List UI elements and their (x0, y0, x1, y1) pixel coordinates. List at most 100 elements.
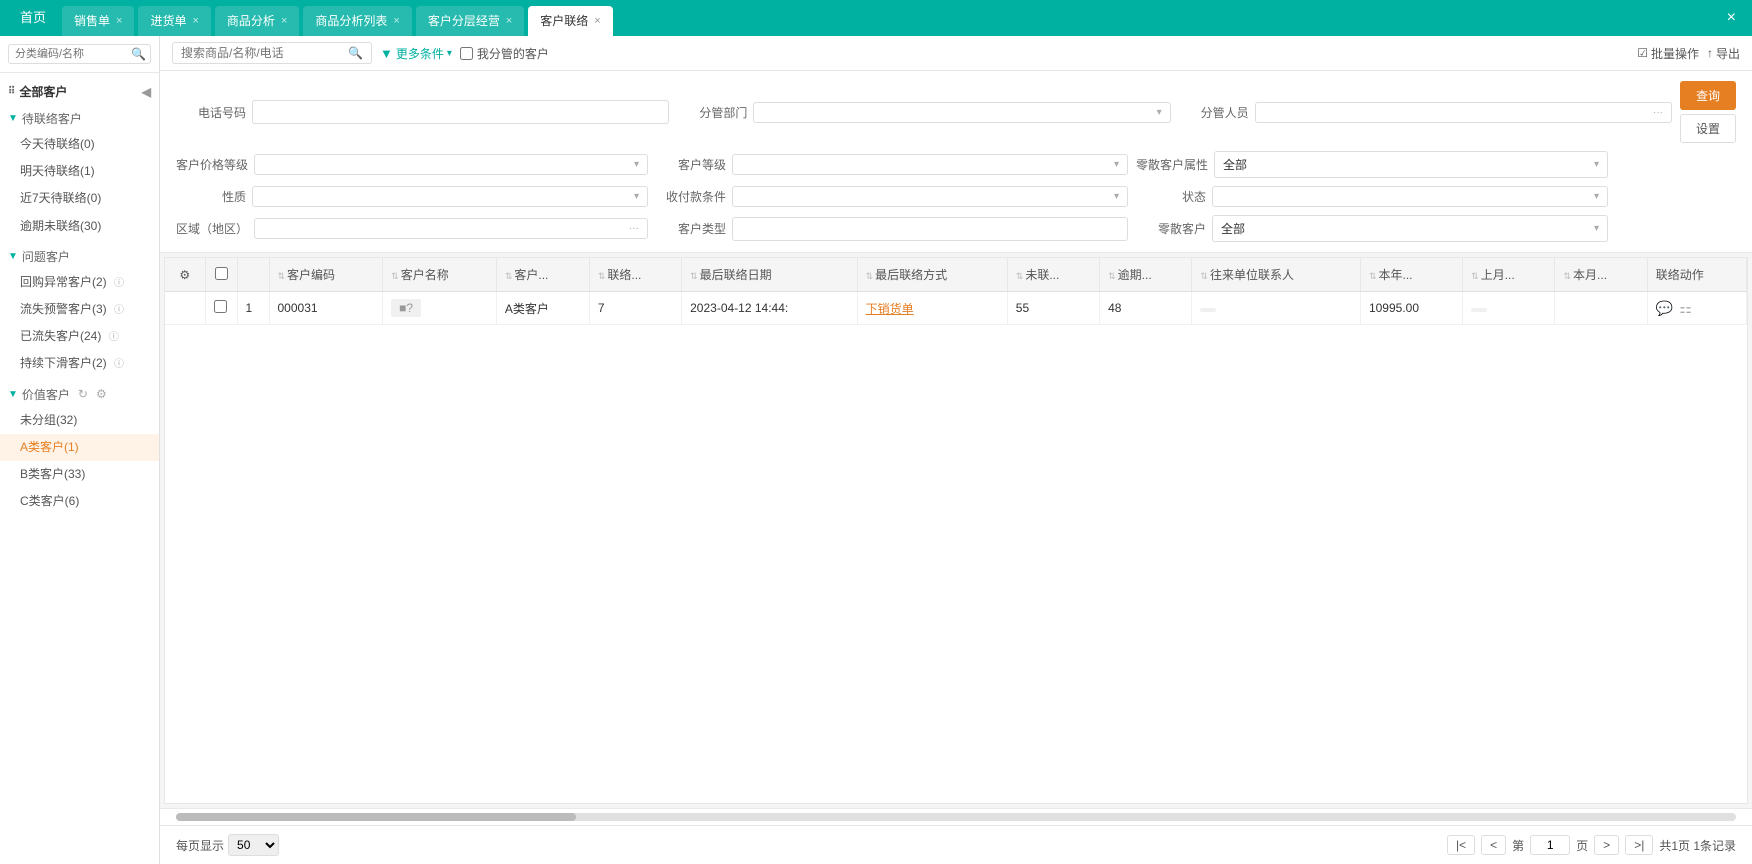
top-nav: 首页 销售单 × 进货单 × 商品分析 × 商品分析列表 × 客户分层经营 × … (0, 0, 1752, 36)
sidebar-section-pending[interactable]: ▼ 待联络客户 (0, 106, 159, 131)
sidebar-collapse-btn[interactable]: ◀ (142, 85, 151, 99)
td-name: ■? (383, 292, 497, 325)
th-last-date[interactable]: ⇅最后联络日期 (682, 258, 857, 292)
filter-select-nature[interactable]: ▾ (252, 186, 648, 207)
nav-home[interactable]: 首页 (8, 0, 58, 36)
select-all-checkbox[interactable] (215, 267, 228, 280)
filter-select-dept[interactable]: ▾ (753, 102, 1170, 123)
nav-tab-analysis-list-close[interactable]: × (393, 6, 399, 36)
th-unit-contact[interactable]: ⇅往来单位联系人 (1192, 258, 1361, 292)
nav-tab-purchase[interactable]: 进货单 × (138, 6, 210, 36)
pagination-bar: 每页显示 50 100 200 |< < 第 页 > >| 共1页 1条记录 (160, 825, 1752, 864)
nav-tab-customer-contact[interactable]: 客户联络 × (528, 6, 612, 36)
sidebar-item-class-b[interactable]: B类客户(33) (0, 461, 159, 488)
sidebar-search-input[interactable] (8, 44, 151, 64)
filter-search-input[interactable] (181, 46, 348, 60)
th-customer-type[interactable]: ⇅客户... (496, 258, 589, 292)
filter-more-label: 更多条件 (396, 45, 444, 62)
per-page-select[interactable]: 50 100 200 (228, 834, 279, 856)
th-last-method[interactable]: ⇅最后联络方式 (857, 258, 1007, 292)
sidebar-item-7days[interactable]: 近7天待联络(0) (0, 185, 159, 212)
filter-select-customer-level[interactable]: ▾ (732, 154, 1128, 175)
nav-tab-sales-close[interactable]: × (116, 6, 122, 36)
sidebar-item-overdue[interactable]: 逾期未联络(30) (0, 213, 159, 240)
nav-tab-customer-contact-close[interactable]: × (594, 6, 600, 36)
td-row-num: 1 (237, 292, 269, 325)
sidebar-all-customers-header[interactable]: ⠿ 全部客户 ◀ (0, 77, 159, 106)
th-name[interactable]: ⇅客户名称 (383, 258, 497, 292)
td-last-method[interactable]: 下销货单 (857, 292, 1007, 325)
my-customers-checkbox[interactable] (460, 47, 473, 60)
customer-type-sort-icon: ⇅ (505, 271, 513, 281)
filter-input-customer-type[interactable] (732, 217, 1128, 241)
nav-tab-customer-tier[interactable]: 客户分层经营 × (416, 6, 524, 36)
batch-op-btn[interactable]: ☑ 批量操作 (1637, 45, 1699, 62)
sidebar-section-problem[interactable]: ▼ 问题客户 (0, 244, 159, 269)
row-checkbox[interactable] (214, 300, 227, 313)
close-all-button[interactable]: × (1719, 9, 1744, 27)
export-btn[interactable]: ↑ 导出 (1707, 45, 1740, 62)
filter-select-retail-attr[interactable]: 全部 ▾ (1214, 151, 1608, 178)
sidebar: 🔍 ⠿ 全部客户 ◀ ▼ 待联络客户 今天待联络(0) 明天待联络(1) 近7天… (0, 36, 160, 864)
overdue-sort-icon: ⇅ (1108, 271, 1116, 281)
per-page-label: 每页显示 (176, 837, 224, 854)
value-refresh-icon[interactable]: ↻ (78, 387, 88, 401)
my-customers-label: 我分管的客户 (477, 45, 549, 62)
churn-warning-info-icon: ⓘ (114, 305, 124, 316)
query-button[interactable]: 查询 (1680, 81, 1736, 110)
filter-select-status[interactable]: ▾ (1212, 186, 1608, 207)
th-not-contacted[interactable]: ⇅未联... (1007, 258, 1099, 292)
scroll-track[interactable] (176, 813, 1736, 821)
nav-tab-purchase-close[interactable]: × (192, 6, 198, 36)
last-method-link[interactable]: 下销货单 (866, 302, 914, 316)
sidebar-item-today[interactable]: 今天待联络(0) (0, 131, 159, 158)
page-input[interactable] (1530, 835, 1570, 855)
nav-tab-analysis[interactable]: 商品分析 × (215, 6, 299, 36)
nav-tab-customer-tier-close[interactable]: × (506, 6, 512, 36)
th-last-month[interactable]: ⇅上月... (1463, 258, 1555, 292)
sidebar-item-churned[interactable]: 已流失客户(24) ⓘ (0, 323, 159, 350)
filter-more-btn[interactable]: ▼ 更多条件 ▾ (380, 45, 452, 62)
sidebar-item-abnormal[interactable]: 回购异常客户(2) ⓘ (0, 269, 159, 296)
td-action: 💬 ⚏ (1647, 292, 1746, 325)
filter-select-price-level-arrow: ▾ (634, 159, 639, 170)
first-page-btn[interactable]: |< (1447, 835, 1475, 855)
filter-select-retail-attr-arrow: ▾ (1594, 159, 1599, 170)
nav-tab-analysis-list[interactable]: 商品分析列表 × (303, 6, 411, 36)
th-code[interactable]: ⇅客户编码 (269, 258, 383, 292)
th-this-year[interactable]: ⇅本年... (1360, 258, 1462, 292)
scroll-bar-area (160, 808, 1752, 825)
td-checkbox[interactable] (205, 292, 237, 325)
sidebar-item-declining[interactable]: 持续下滑客户(2) ⓘ (0, 350, 159, 377)
action-icons: 💬 ⚏ (1656, 300, 1738, 317)
next-page-btn[interactable]: > (1594, 835, 1619, 855)
th-overdue[interactable]: ⇅逾期... (1100, 258, 1192, 292)
prev-page-btn[interactable]: < (1481, 835, 1506, 855)
th-contact-count[interactable]: ⇅联络... (589, 258, 681, 292)
my-customers-filter[interactable]: 我分管的客户 (460, 45, 549, 62)
nav-tab-sales[interactable]: 销售单 × (62, 6, 134, 36)
sidebar-section-value[interactable]: ▼ 价值客户 ↻ ⚙ (0, 382, 159, 407)
nav-tab-analysis-close[interactable]: × (281, 6, 287, 36)
sidebar-item-class-a[interactable]: A类客户(1) (0, 434, 159, 461)
sidebar-item-tomorrow[interactable]: 明天待联络(1) (0, 158, 159, 185)
last-page-btn[interactable]: >| (1625, 835, 1653, 855)
filter-input-phone[interactable] (252, 100, 669, 124)
last-month-sort-icon: ⇅ (1471, 271, 1479, 281)
value-settings-icon[interactable]: ⚙ (96, 387, 107, 401)
filter-select-retail-customer[interactable]: 全部 ▾ (1212, 215, 1608, 242)
filter-select-region[interactable]: ··· (254, 218, 648, 239)
sidebar-item-churn-warning[interactable]: 流失预警客户(3) ⓘ (0, 296, 159, 323)
chat-icon[interactable]: 💬 (1656, 300, 1673, 317)
sidebar-item-class-c[interactable]: C类客户(6) (0, 488, 159, 515)
filter-select-payment[interactable]: ▾ (732, 186, 1128, 207)
th-gear[interactable]: ⚙ (165, 258, 205, 292)
filter-select-price-level[interactable]: ▾ (254, 154, 648, 175)
scroll-thumb[interactable] (176, 813, 576, 821)
th-this-month[interactable]: ⇅本月... (1555, 258, 1647, 292)
th-checkbox[interactable] (205, 258, 237, 292)
filter-select-person[interactable]: ··· (1255, 102, 1672, 123)
settings-button[interactable]: 设置 (1680, 114, 1736, 143)
sidebar-item-unclassified[interactable]: 未分组(32) (0, 407, 159, 434)
qr-icon[interactable]: ⚏ (1679, 300, 1692, 317)
